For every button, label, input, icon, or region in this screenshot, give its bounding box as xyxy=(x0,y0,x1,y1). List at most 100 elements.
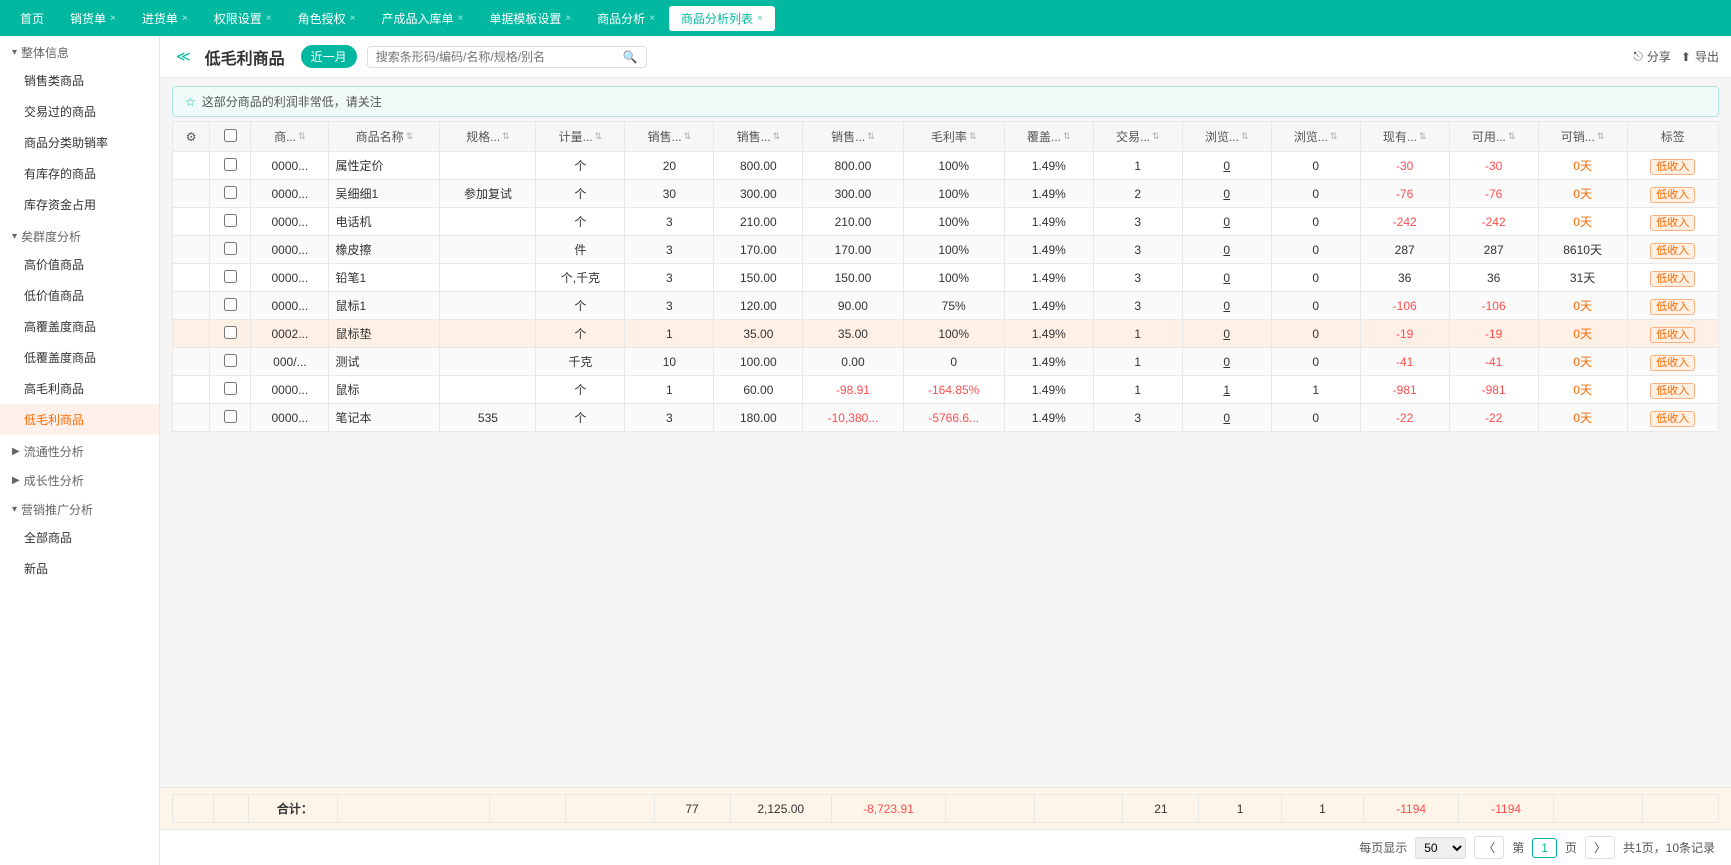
sidebar-group-overall[interactable]: ▾ 整体信息 xyxy=(0,36,159,65)
sidebar-group-flow[interactable]: ▶ 流通性分析 xyxy=(0,435,159,464)
nav-close-analysis[interactable]: × xyxy=(649,13,655,24)
cell-browse1[interactable]: 0 xyxy=(1182,236,1271,264)
browse1-link[interactable]: 1 xyxy=(1223,383,1230,397)
th-tag[interactable]: 标签 xyxy=(1627,122,1718,152)
cell-checkbox[interactable] xyxy=(210,404,251,432)
nav-item-home[interactable]: 首页 xyxy=(8,6,56,31)
select-all-checkbox[interactable] xyxy=(224,129,237,142)
sidebar-item-new-goods[interactable]: 新品 xyxy=(0,553,159,584)
cell-browse1[interactable]: 0 xyxy=(1182,320,1271,348)
nav-item-purchase[interactable]: 进货单 × xyxy=(130,6,200,31)
th-unit[interactable]: 计量...⇅ xyxy=(536,122,625,152)
cell-browse1[interactable]: 0 xyxy=(1182,404,1271,432)
nav-close-analysis-list[interactable]: × xyxy=(757,13,763,24)
row-checkbox[interactable] xyxy=(224,354,237,367)
nav-item-products[interactable]: 产成品入库单 × xyxy=(369,6,475,31)
th-browse2[interactable]: 浏览...⇅ xyxy=(1271,122,1360,152)
search-icon[interactable]: 🔍 xyxy=(623,50,638,64)
sidebar-item-traded-goods[interactable]: 交易过的商品 xyxy=(0,96,159,127)
row-checkbox[interactable] xyxy=(224,186,237,199)
th-spec[interactable]: 规格...⇅ xyxy=(440,122,536,152)
th-sales-qty[interactable]: 销售...⇅ xyxy=(625,122,714,152)
sidebar-group-marketing[interactable]: ▾ 营销推广分析 xyxy=(0,493,159,522)
row-checkbox[interactable] xyxy=(224,382,237,395)
sidebar-group-growth[interactable]: ▶ 成长性分析 xyxy=(0,464,159,493)
nav-item-sales[interactable]: 销货单 × xyxy=(58,6,128,31)
cell-browse1[interactable]: 0 xyxy=(1182,180,1271,208)
browse1-link[interactable]: 0 xyxy=(1223,299,1230,313)
sidebar-item-all-goods[interactable]: 全部商品 xyxy=(0,522,159,553)
cell-browse1[interactable]: 0 xyxy=(1182,208,1271,236)
row-checkbox[interactable] xyxy=(224,298,237,311)
th-sales-amount[interactable]: 销售...⇅ xyxy=(803,122,903,152)
cell-checkbox[interactable] xyxy=(210,320,251,348)
sidebar-item-high-coverage[interactable]: 高覆盖度商品 xyxy=(0,311,159,342)
sidebar-item-low-coverage[interactable]: 低覆盖度商品 xyxy=(0,342,159,373)
cell-checkbox[interactable] xyxy=(210,264,251,292)
cell-browse1[interactable]: 0 xyxy=(1182,152,1271,180)
nav-close-templates[interactable]: × xyxy=(565,13,571,24)
th-sales-price[interactable]: 销售...⇅ xyxy=(714,122,803,152)
row-checkbox[interactable] xyxy=(224,270,237,283)
nav-close-sales[interactable]: × xyxy=(110,13,116,24)
browse1-link[interactable]: 0 xyxy=(1223,187,1230,201)
nav-close-permissions[interactable]: × xyxy=(266,13,272,24)
th-code[interactable]: 商...⇅ xyxy=(251,122,329,152)
th-current-stock[interactable]: 现有...⇅ xyxy=(1360,122,1449,152)
settings-icon[interactable]: ⚙ xyxy=(186,130,197,144)
cell-browse1[interactable]: 0 xyxy=(1182,264,1271,292)
sidebar-group-coverage[interactable]: ▾ 矣群度分析 xyxy=(0,220,159,249)
search-input[interactable] xyxy=(376,50,623,64)
th-settings[interactable]: ⚙ xyxy=(173,122,210,152)
cell-checkbox[interactable] xyxy=(210,208,251,236)
cell-checkbox[interactable] xyxy=(210,348,251,376)
nav-item-analysis-list[interactable]: 商品分析列表 × xyxy=(669,6,775,31)
next-page-btn[interactable]: 〉 xyxy=(1585,836,1615,859)
row-checkbox[interactable] xyxy=(224,242,237,255)
browse1-link[interactable]: 0 xyxy=(1223,411,1230,425)
collapse-sidebar-btn[interactable]: ≪ xyxy=(172,44,195,69)
nav-close-products[interactable]: × xyxy=(457,13,463,24)
row-checkbox[interactable] xyxy=(224,410,237,423)
cell-checkbox[interactable] xyxy=(210,180,251,208)
sidebar-item-category-rate[interactable]: 商品分类助销率 xyxy=(0,127,159,158)
th-available[interactable]: 可用...⇅ xyxy=(1449,122,1538,152)
nav-item-templates[interactable]: 单据模板设置 × xyxy=(477,6,583,31)
nav-item-analysis[interactable]: 商品分析 × xyxy=(585,6,667,31)
sidebar-item-sales-goods[interactable]: 销售类商品 xyxy=(0,65,159,96)
th-checkbox[interactable] xyxy=(210,122,251,152)
sidebar-item-high-value[interactable]: 高价值商品 xyxy=(0,249,159,280)
sidebar-item-low-value[interactable]: 低价值商品 xyxy=(0,280,159,311)
browse1-link[interactable]: 0 xyxy=(1223,355,1230,369)
share-button[interactable]: ⎋ 分享 xyxy=(1633,48,1671,65)
cell-checkbox[interactable] xyxy=(210,292,251,320)
th-browse1[interactable]: 浏览...⇅ xyxy=(1182,122,1271,152)
nav-item-roles[interactable]: 角色授权 × xyxy=(286,6,368,31)
row-checkbox[interactable] xyxy=(224,214,237,227)
nav-item-permissions[interactable]: 权限设置 × xyxy=(202,6,284,31)
period-button[interactable]: 近一月 xyxy=(301,45,357,68)
row-checkbox[interactable] xyxy=(224,158,237,171)
th-gross-rate[interactable]: 毛利率⇅ xyxy=(903,122,1004,152)
cell-checkbox[interactable] xyxy=(210,152,251,180)
sidebar-item-stock-goods[interactable]: 有库存的商品 xyxy=(0,158,159,189)
cell-browse1[interactable]: 0 xyxy=(1182,292,1271,320)
sidebar-item-capital[interactable]: 库存资金占用 xyxy=(0,189,159,220)
browse1-link[interactable]: 0 xyxy=(1223,215,1230,229)
row-checkbox[interactable] xyxy=(224,326,237,339)
th-sellable[interactable]: 可销...⇅ xyxy=(1538,122,1627,152)
cell-browse1[interactable]: 0 xyxy=(1182,348,1271,376)
cell-browse1[interactable]: 1 xyxy=(1182,376,1271,404)
cell-checkbox[interactable] xyxy=(210,376,251,404)
export-button[interactable]: ⬆ 导出 xyxy=(1681,48,1719,65)
th-name[interactable]: 商品名称⇅ xyxy=(329,122,440,152)
sidebar-item-low-margin[interactable]: 低毛利商品 xyxy=(0,404,159,435)
nav-close-purchase[interactable]: × xyxy=(182,13,188,24)
cell-checkbox[interactable] xyxy=(210,236,251,264)
per-page-select[interactable]: 50 20 100 xyxy=(1415,837,1466,859)
browse1-link[interactable]: 0 xyxy=(1223,159,1230,173)
browse1-link[interactable]: 0 xyxy=(1223,271,1230,285)
th-trade[interactable]: 交易...⇅ xyxy=(1093,122,1182,152)
prev-page-btn[interactable]: 〈 xyxy=(1474,836,1504,859)
browse1-link[interactable]: 0 xyxy=(1223,243,1230,257)
